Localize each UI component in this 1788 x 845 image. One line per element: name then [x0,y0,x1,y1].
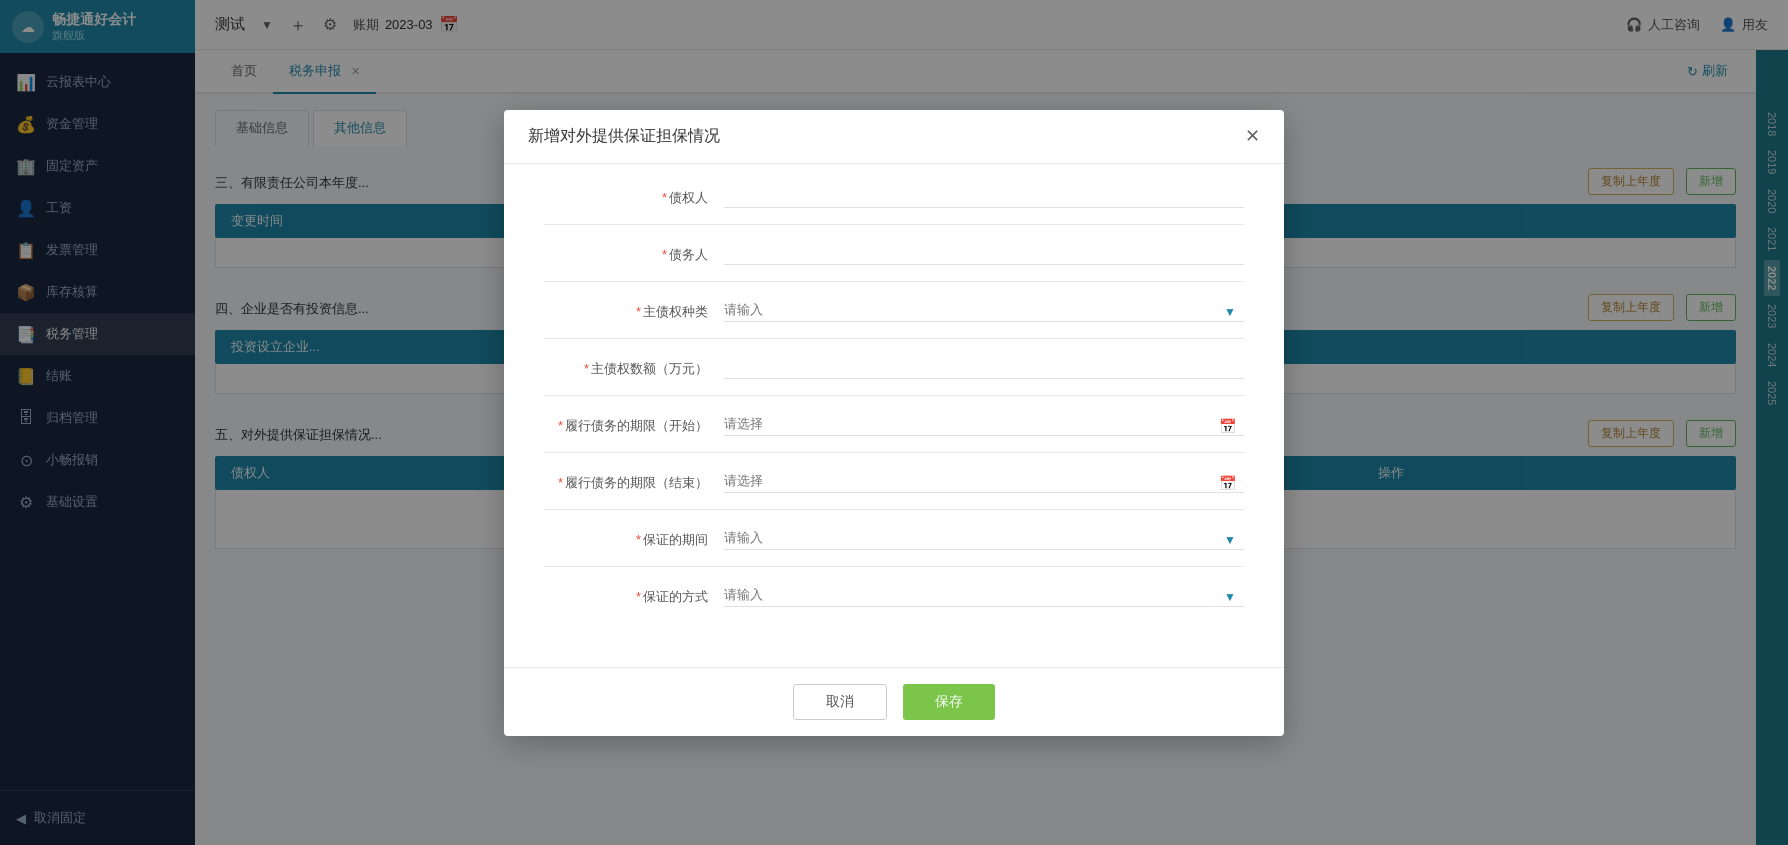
period-start-input[interactable] [724,416,1244,436]
modal-header: 新增对外提供保证担保情况 ✕ [504,110,1284,164]
field-period-end: *履行债务的期限（结束） 📅 [544,473,1244,510]
guarantee-period-input[interactable] [724,530,1244,550]
field-guarantee-method: *保证的方式 ▼ [544,587,1244,623]
cancel-button[interactable]: 取消 [793,684,887,720]
guarantee-method-input[interactable] [724,587,1244,607]
claim-amount-input[interactable] [724,359,1244,379]
field-debtor: *债务人 [544,245,1244,282]
field-creditor: *债权人 [544,188,1244,225]
claim-type-input[interactable] [724,302,1244,322]
period-end-input[interactable] [724,473,1244,493]
field-guarantee-period: *保证的期间 ▼ [544,530,1244,567]
debtor-input[interactable] [724,245,1244,265]
modal: 新增对外提供保证担保情况 ✕ *债权人 *债务人 [504,110,1284,736]
field-claim-amount: *主债权数额（万元） [544,359,1244,396]
creditor-input[interactable] [724,188,1244,208]
modal-title: 新增对外提供保证担保情况 [528,126,720,147]
modal-overlay[interactable]: 新增对外提供保证担保情况 ✕ *债权人 *债务人 [0,0,1788,845]
save-button[interactable]: 保存 [903,684,995,720]
modal-footer: 取消 保存 [504,667,1284,736]
modal-close-button[interactable]: ✕ [1245,127,1260,145]
modal-body: *债权人 *债务人 *主债权种类 [504,164,1284,667]
field-period-start: *履行债务的期限（开始） 📅 [544,416,1244,453]
field-claim-type: *主债权种类 ▼ [544,302,1244,339]
